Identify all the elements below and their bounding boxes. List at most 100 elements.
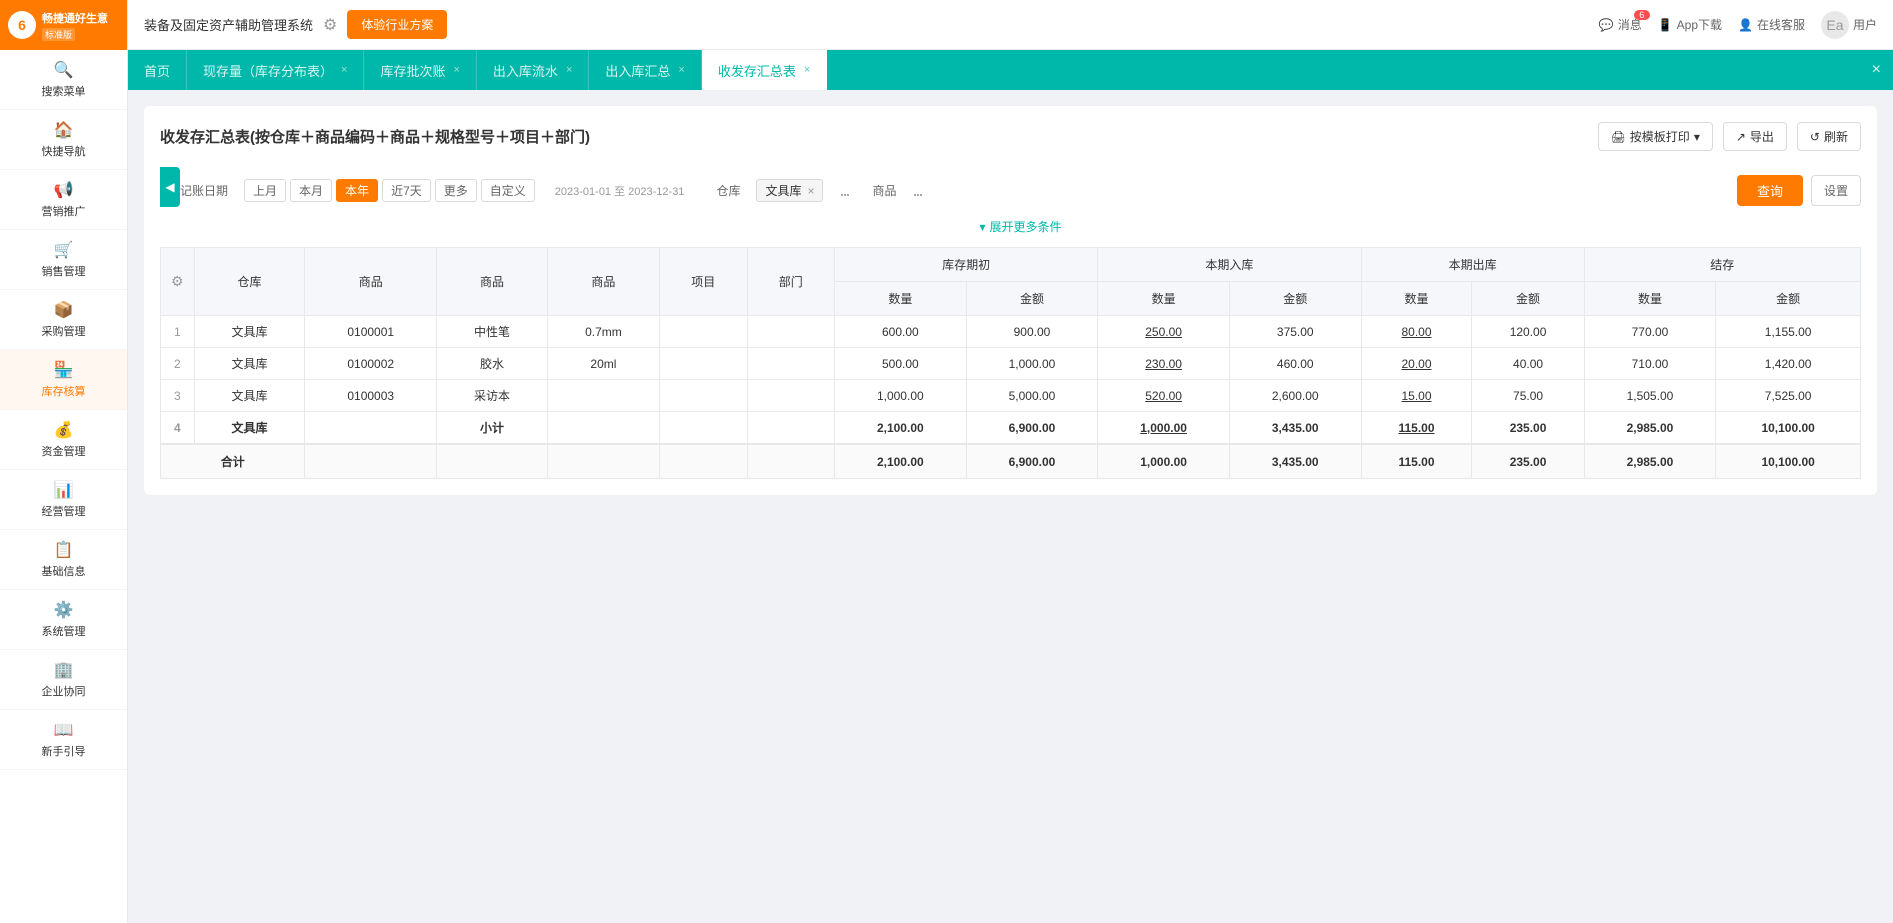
footer-goods <box>437 444 548 479</box>
goods-more-btn[interactable]: ... <box>913 180 922 201</box>
row-start-amt: 1,000.00 <box>966 348 1098 380</box>
sidebar-item-search[interactable]: 🔍 搜索菜单 <box>0 50 127 110</box>
printer-icon: 🖨 <box>1611 130 1626 144</box>
sidebar-item-inventory[interactable]: 🏪 库存核算 <box>0 350 127 410</box>
tab-receive-summary-close[interactable]: × <box>804 64 810 76</box>
row-warehouse: 文具库 <box>194 412 305 445</box>
tab-home[interactable]: 首页 <box>128 50 187 90</box>
sidebar-item-sales[interactable]: 🛒 销售管理 <box>0 230 127 290</box>
warehouse-tag-close[interactable]: × <box>807 184 814 198</box>
user-btn[interactable]: Ea 用户 <box>1821 11 1877 39</box>
tab-stock-dist[interactable]: 现存量（库存分布表） × <box>187 50 364 90</box>
table-settings-icon[interactable]: ⚙ <box>171 273 184 289</box>
footer-out-amt: 235.00 <box>1472 444 1584 479</box>
col-settings[interactable]: ⚙ <box>161 248 195 316</box>
date-btn-prev-month[interactable]: 上月 <box>244 179 286 202</box>
tab-receive-summary-label: 收发存汇总表 <box>718 61 796 80</box>
operations-icon: 📊 <box>54 480 74 500</box>
date-btn-this-year[interactable]: 本年 <box>336 179 378 202</box>
sidebar-item-operations[interactable]: 📊 经营管理 <box>0 470 127 530</box>
chevron-down-icon: ▾ <box>979 220 985 234</box>
tabbar-close-btn[interactable]: × <box>1860 61 1893 79</box>
row-bal-qty: 770.00 <box>1584 316 1716 348</box>
sidebar-item-label: 资金管理 <box>42 443 86 459</box>
inventory-icon: 🏪 <box>54 360 74 380</box>
expand-btn[interactable]: ▾ 展开更多条件 <box>979 218 1061 235</box>
tab-inout-flow[interactable]: 出入库流水 × <box>477 50 589 90</box>
date-btn-more[interactable]: 更多 <box>435 179 477 202</box>
query-btn[interactable]: 查询 <box>1737 175 1803 206</box>
table-footer-row: 合计 2,100.00 6,900.00 1,000.00 3,435.00 1… <box>161 444 1861 479</box>
tab-stock-dist-close[interactable]: × <box>341 64 347 76</box>
date-btn-7days[interactable]: 近7天 <box>382 179 431 202</box>
warehouse-tag[interactable]: 文具库 × <box>756 179 823 202</box>
row-start-amt: 5,000.00 <box>966 380 1098 412</box>
row-goods: 小计 <box>437 412 548 445</box>
print-btn[interactable]: 🖨 按模板打印 ▾ <box>1598 122 1713 151</box>
sidebar-logo: 6 畅捷通好生意 标准版 <box>0 0 127 50</box>
message-btn[interactable]: 💬 消息 6 <box>1599 16 1642 33</box>
row-num: 4 <box>161 412 195 445</box>
row-code: 0100003 <box>305 380 437 412</box>
sidebar-item-purchase[interactable]: 📦 采购管理 <box>0 290 127 350</box>
row-start-qty: 600.00 <box>835 316 967 348</box>
experience-btn[interactable]: 体验行业方案 <box>347 10 447 39</box>
export-btn[interactable]: ↗ 导出 <box>1723 122 1787 151</box>
sidebar-item-label: 快捷导航 <box>42 143 86 159</box>
topbar-left: 装备及固定资产辅助管理系统 ⚙ 体验行业方案 <box>144 10 447 39</box>
settings-gear-icon[interactable]: ⚙ <box>323 15 337 35</box>
sidebar-item-newbie[interactable]: 📖 新手引导 <box>0 710 127 770</box>
row-in-qty: 250.00 <box>1098 316 1230 348</box>
table-row: 2 文具库 0100002 胶水 20ml 500.00 1,000.00 23… <box>161 348 1861 380</box>
col-in-amt: 金额 <box>1229 282 1361 316</box>
col-code: 商品 <box>305 248 437 316</box>
sidebar-item-enterprise[interactable]: 🏢 企业协同 <box>0 650 127 710</box>
date-btn-custom[interactable]: 自定义 <box>481 179 535 202</box>
col-spec: 商品 <box>547 248 659 316</box>
refresh-icon: ↺ <box>1810 130 1820 144</box>
tabbar: 首页 现存量（库存分布表） × 库存批次账 × 出入库流水 × 出入库汇总 × … <box>128 50 1893 90</box>
row-dept <box>747 316 835 348</box>
footer-start-qty: 2,100.00 <box>835 444 967 479</box>
sidebar-item-system[interactable]: ⚙️ 系统管理 <box>0 590 127 650</box>
message-badge: 6 <box>1634 10 1650 20</box>
warehouse-more-btn[interactable]: ... <box>839 180 848 201</box>
row-code <box>305 412 437 445</box>
tab-inout-summary[interactable]: 出入库汇总 × <box>589 50 701 90</box>
tab-home-label: 首页 <box>144 61 170 80</box>
table-row: 4 文具库 小计 2,100.00 6,900.00 1,000.00 3,43… <box>161 412 1861 445</box>
refresh-btn[interactable]: ↺ 刷新 <box>1797 122 1861 151</box>
col-period-start: 库存期初 <box>835 248 1098 282</box>
row-bal-amt: 10,100.00 <box>1716 412 1861 445</box>
row-in-amt: 375.00 <box>1229 316 1361 348</box>
tab-inout-summary-label: 出入库汇总 <box>605 61 670 80</box>
tab-inout-summary-close[interactable]: × <box>678 64 684 76</box>
row-dept <box>747 348 835 380</box>
col-project: 项目 <box>660 248 748 316</box>
tab-batch-close[interactable]: × <box>453 64 459 76</box>
sidebar-item-marketing[interactable]: 📢 营销推广 <box>0 170 127 230</box>
main-card: 收发存汇总表(按仓库＋商品编码＋商品＋规格型号＋项目＋部门) 🖨 按模板打印 ▾… <box>144 106 1877 495</box>
page-content: 收发存汇总表(按仓库＋商品编码＋商品＋规格型号＋项目＋部门) 🖨 按模板打印 ▾… <box>128 90 1893 923</box>
sidebar-item-label: 库存核算 <box>42 383 86 399</box>
sidebar-item-quick-nav[interactable]: 🏠 快捷导航 <box>0 110 127 170</box>
filter-toggle-btn[interactable]: ◀ <box>160 167 180 207</box>
row-num: 3 <box>161 380 195 412</box>
sidebar: 6 畅捷通好生意 标准版 🔍 搜索菜单 🏠 快捷导航 📢 营销推广 🛒 销售管理… <box>0 0 128 923</box>
tab-receive-summary[interactable]: 收发存汇总表 × <box>702 50 827 90</box>
row-num: 1 <box>161 316 195 348</box>
search-icon: 🔍 <box>54 60 74 80</box>
date-btn-this-month[interactable]: 本月 <box>290 179 332 202</box>
sidebar-item-label: 采购管理 <box>42 323 86 339</box>
app-download-btn[interactable]: 📱 App下载 <box>1658 16 1722 33</box>
sidebar-item-basic[interactable]: 📋 基础信息 <box>0 530 127 590</box>
row-goods: 中性笔 <box>437 316 548 348</box>
sidebar-item-finance[interactable]: 💰 资金管理 <box>0 410 127 470</box>
tab-inout-flow-close[interactable]: × <box>566 64 572 76</box>
tab-batch[interactable]: 库存批次账 × <box>364 50 476 90</box>
row-goods: 采访本 <box>437 380 548 412</box>
filter-settings-btn[interactable]: 设置 <box>1811 175 1861 206</box>
online-service-btn[interactable]: 👤 在线客服 <box>1738 16 1805 33</box>
col-period-out: 本期出库 <box>1361 248 1584 282</box>
expand-label: 展开更多条件 <box>990 218 1062 235</box>
